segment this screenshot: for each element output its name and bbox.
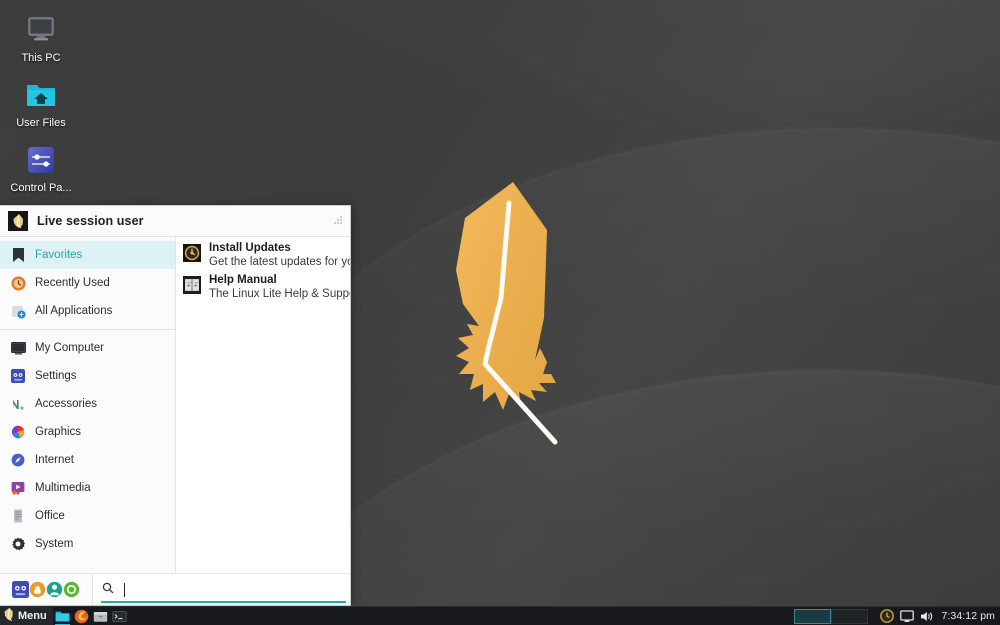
archive-manager-launcher[interactable] — [91, 607, 110, 625]
switch-user-action[interactable] — [46, 581, 63, 598]
feather-avatar-icon[interactable] — [8, 211, 28, 231]
accessories-icon — [10, 396, 26, 412]
update-notifier-tray-icon[interactable] — [879, 609, 894, 624]
menu-category-label: Settings — [35, 370, 77, 382]
multimedia-icon — [10, 480, 26, 496]
menu-app-text: Install Updates Get the latest updates f… — [209, 242, 350, 269]
menu-category-settings[interactable]: Settings — [0, 362, 175, 390]
workspace-2[interactable] — [831, 608, 869, 624]
home-folder-icon — [1, 77, 81, 113]
menu-category-internet[interactable]: Internet — [0, 446, 175, 474]
menu-category-list: Favorites Recently Used All Applications… — [0, 237, 176, 573]
feather-icon — [3, 607, 14, 625]
desktop-icon-user-files[interactable]: User Files — [1, 77, 81, 130]
menu-app-item-install-updates[interactable]: Install Updates Get the latest updates f… — [176, 240, 350, 272]
computer-monitor-icon — [1, 12, 81, 48]
search-input[interactable] — [120, 582, 341, 597]
menu-bottom-bar — [0, 573, 350, 605]
linux-lite-feather-logo — [456, 182, 558, 445]
settings-icon — [10, 368, 26, 384]
display-settings-tray-icon[interactable] — [899, 609, 914, 624]
desktop-icon-control-panel[interactable]: Control Pa... — [1, 142, 81, 195]
menu-category-label: System — [35, 538, 74, 550]
resize-grip-icon[interactable] — [332, 216, 342, 226]
application-menu[interactable]: Live session user Favorites Recently Use… — [0, 205, 351, 606]
desktop-icon-label: This PC — [21, 52, 61, 64]
desktop-icon-label: User Files — [16, 117, 66, 129]
menu-category-recently-used[interactable]: Recently Used — [0, 269, 175, 297]
menu-category-label: Graphics — [35, 426, 82, 438]
desktop-icon-label: Control Pa... — [10, 182, 72, 194]
system-tray: 7:34:12 pm — [794, 608, 1000, 624]
clock[interactable]: 7:34:12 pm — [939, 610, 995, 622]
lock-screen-action[interactable] — [29, 581, 46, 598]
control-panel-icon — [1, 142, 81, 178]
menu-divider — [0, 329, 175, 330]
search-icon — [102, 582, 114, 597]
menu-username: Live session user — [37, 214, 144, 228]
menu-category-label: My Computer — [35, 342, 105, 354]
search-focus-underline — [101, 601, 346, 603]
file-manager-launcher[interactable] — [53, 607, 72, 625]
menu-category-label: Multimedia — [35, 482, 91, 494]
menu-action-buttons — [0, 573, 92, 604]
menu-category-label: All Applications — [35, 305, 113, 317]
menu-body: Favorites Recently Used All Applications… — [0, 237, 350, 573]
menu-category-label: Internet — [35, 454, 74, 466]
system-gear-icon — [10, 536, 26, 552]
menu-category-office[interactable]: Office — [0, 502, 175, 530]
menu-category-favorites[interactable]: Favorites — [0, 241, 175, 269]
menu-category-my-computer[interactable]: My Computer — [0, 334, 175, 362]
menu-category-label: Recently Used — [35, 277, 110, 289]
menu-search-bar[interactable] — [92, 573, 350, 605]
menu-category-label: Favorites — [35, 249, 83, 261]
desktop-icon-this-pc[interactable]: This PC — [1, 12, 81, 65]
firefox-launcher[interactable] — [72, 607, 91, 625]
menu-application-list: Install Updates Get the latest updates f… — [176, 237, 350, 573]
menu-app-name: Install Updates — [209, 242, 291, 254]
menu-header: Live session user — [0, 206, 350, 237]
menu-category-accessories[interactable]: Accessories — [0, 390, 175, 418]
log-out-action[interactable] — [63, 581, 80, 598]
computer-icon — [10, 340, 26, 356]
menu-category-graphics[interactable]: Graphics — [0, 418, 175, 446]
all-applications-icon — [10, 303, 26, 319]
menu-category-all-applications[interactable]: All Applications — [0, 297, 175, 325]
terminal-launcher[interactable] — [110, 607, 129, 625]
menu-app-description: The Linux Lite Help & Support M... — [209, 288, 350, 300]
menu-category-multimedia[interactable]: Multimedia — [0, 474, 175, 502]
internet-icon — [10, 452, 26, 468]
taskbar: Menu 7:34:12 pm — [0, 606, 1000, 625]
menu-category-label: Office — [35, 510, 65, 522]
menu-app-text: Help Manual The Linux Lite Help & Suppor… — [209, 274, 350, 301]
bookmark-icon — [10, 247, 26, 263]
menu-app-description: Get the latest updates for your co... — [209, 256, 350, 268]
taskbar-menu-label: Menu — [18, 610, 47, 622]
menu-app-item-help-manual[interactable]: Help Manual The Linux Lite Help & Suppor… — [176, 272, 350, 304]
volume-tray-icon[interactable] — [919, 609, 934, 624]
menu-category-system[interactable]: System — [0, 530, 175, 558]
taskbar-menu-button[interactable]: Menu — [0, 606, 53, 625]
workspace-switcher[interactable] — [794, 608, 869, 624]
office-icon — [10, 508, 26, 524]
graphics-icon — [10, 424, 26, 440]
help-manual-icon — [183, 276, 201, 294]
text-cursor — [124, 583, 125, 597]
menu-app-name: Help Manual — [209, 274, 277, 286]
install-updates-icon — [183, 244, 201, 262]
settings-manager-action[interactable] — [12, 580, 29, 598]
workspace-1[interactable] — [794, 608, 832, 624]
menu-category-label: Accessories — [35, 398, 97, 410]
recent-clock-icon — [10, 275, 26, 291]
